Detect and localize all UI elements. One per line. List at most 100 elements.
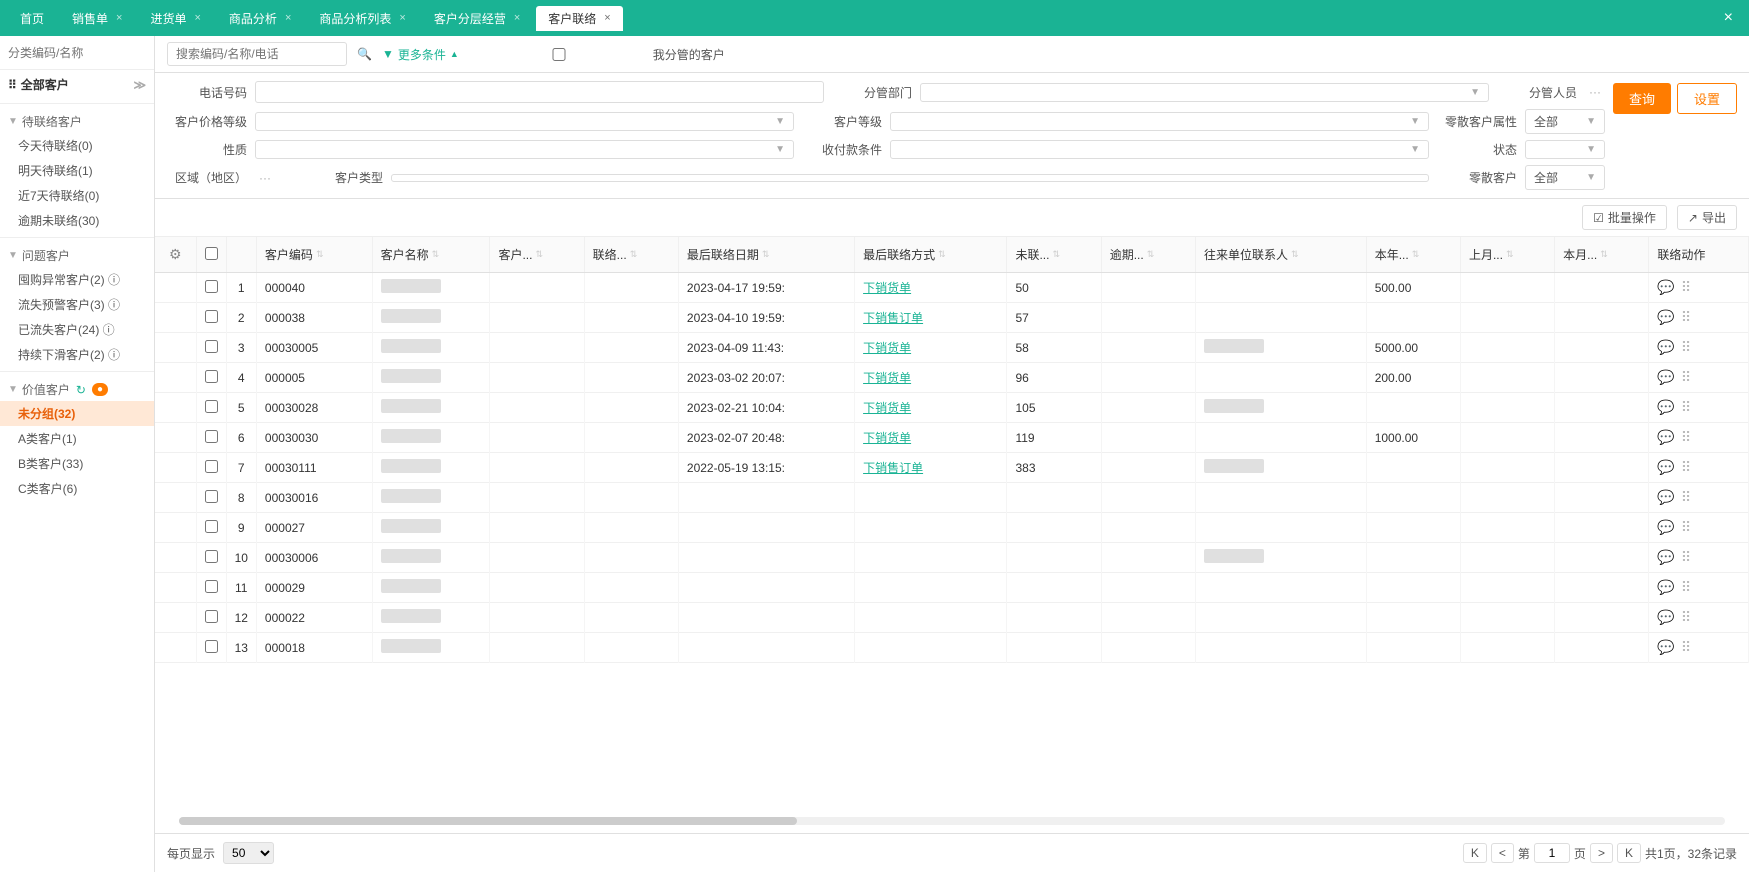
- sidebar-item-class-b[interactable]: B类客户(33): [0, 451, 154, 476]
- close-all-btn[interactable]: ×: [1716, 9, 1741, 27]
- nav-tab-customer-mgmt[interactable]: 客户分层经营 ×: [422, 6, 532, 31]
- collapse-icon[interactable]: ≫: [133, 78, 146, 92]
- next-page-btn[interactable]: >: [1590, 843, 1613, 863]
- sidebar-item-7days[interactable]: 近7天待联络(0): [0, 183, 154, 208]
- input-phone[interactable]: [255, 81, 824, 103]
- reset-button[interactable]: 设置: [1677, 83, 1737, 114]
- sort-lastway-icon[interactable]: ⇅: [938, 249, 946, 260]
- sidebar-item-class-a[interactable]: A类客户(1): [0, 426, 154, 451]
- sidebar-group-value[interactable]: ▼ 价值客户 ↻ ●: [0, 376, 154, 401]
- select-retail[interactable]: 全部 ▼: [1525, 165, 1605, 190]
- row-lastway-link-1[interactable]: 下销售订单: [863, 311, 923, 325]
- row-chat-icon-10[interactable]: 💬: [1657, 579, 1674, 596]
- query-button[interactable]: 查询: [1613, 83, 1671, 114]
- sidebar-item-churn-warning[interactable]: 流失预警客户(3) ⓘ: [0, 292, 154, 317]
- row-checkbox-8[interactable]: [205, 520, 218, 533]
- more-conditions-btn[interactable]: ▼ 更多条件 ▲: [382, 46, 459, 63]
- row-apps-icon-2[interactable]: ⠿: [1681, 339, 1691, 356]
- sort-lmonth-icon[interactable]: ⇅: [1506, 249, 1514, 260]
- row-apps-icon-6[interactable]: ⠿: [1681, 459, 1691, 476]
- region-dots-btn[interactable]: ···: [255, 171, 275, 185]
- row-apps-icon-1[interactable]: ⠿: [1681, 309, 1691, 326]
- search-input[interactable]: [167, 42, 347, 66]
- row-apps-icon-4[interactable]: ⠿: [1681, 399, 1691, 416]
- row-lastway-link-4[interactable]: 下销货单: [863, 401, 911, 415]
- nav-tab-analysis-list[interactable]: 商品分析列表 ×: [307, 6, 417, 31]
- sidebar-item-ungrouped[interactable]: 未分组(32): [0, 401, 154, 426]
- close-customer-mgmt-icon[interactable]: ×: [514, 12, 520, 24]
- row-chat-icon-2[interactable]: 💬: [1657, 339, 1674, 356]
- row-lastway-link-6[interactable]: 下销售订单: [863, 461, 923, 475]
- row-apps-icon-8[interactable]: ⠿: [1681, 519, 1691, 536]
- sidebar-item-declining[interactable]: 持续下滑客户(2) ⓘ: [0, 342, 154, 367]
- last-page-btn[interactable]: K: [1617, 843, 1641, 863]
- row-checkbox-1[interactable]: [205, 310, 218, 323]
- row-checkbox-2[interactable]: [205, 340, 218, 353]
- row-checkbox-0[interactable]: [205, 280, 218, 293]
- first-page-btn[interactable]: K: [1463, 843, 1487, 863]
- sidebar-item-overdue[interactable]: 逾期未联络(30): [0, 208, 154, 233]
- manager-dots-btn[interactable]: ···: [1585, 85, 1605, 99]
- sidebar-item-class-c[interactable]: C类客户(6): [0, 476, 154, 501]
- close-analysis-list-icon[interactable]: ×: [399, 12, 405, 24]
- row-chat-icon-1[interactable]: 💬: [1657, 309, 1674, 326]
- sort-year-icon[interactable]: ⇅: [1412, 249, 1420, 260]
- select-dept[interactable]: ▼: [920, 83, 1489, 102]
- row-chat-icon-3[interactable]: 💬: [1657, 369, 1674, 386]
- row-chat-icon-12[interactable]: 💬: [1657, 639, 1674, 656]
- close-customer-contact-icon[interactable]: ×: [604, 12, 610, 24]
- row-apps-icon-3[interactable]: ⠿: [1681, 369, 1691, 386]
- row-apps-icon-7[interactable]: ⠿: [1681, 489, 1691, 506]
- row-apps-icon-5[interactable]: ⠿: [1681, 429, 1691, 446]
- row-apps-icon-12[interactable]: ⠿: [1681, 639, 1691, 656]
- row-chat-icon-4[interactable]: 💬: [1657, 399, 1674, 416]
- refresh-icon[interactable]: ↻: [76, 383, 86, 397]
- row-apps-icon-9[interactable]: ⠿: [1681, 549, 1691, 566]
- sort-overdue-icon[interactable]: ⇅: [1147, 249, 1155, 260]
- sort-type-icon[interactable]: ⇅: [535, 249, 543, 260]
- scrollbar-track[interactable]: [179, 817, 1725, 825]
- batch-ops-btn[interactable]: ☑ 批量操作: [1582, 205, 1667, 230]
- sidebar-item-today[interactable]: 今天待联络(0): [0, 133, 154, 158]
- select-level[interactable]: ▼: [890, 112, 1429, 131]
- row-apps-icon-0[interactable]: ⠿: [1681, 279, 1691, 296]
- select-retail-attr[interactable]: 全部 ▼: [1525, 109, 1605, 134]
- row-lastway-link-2[interactable]: 下销货单: [863, 341, 911, 355]
- sort-lastdate-icon[interactable]: ⇅: [762, 249, 770, 260]
- sidebar-item-tomorrow[interactable]: 明天待联络(1): [0, 158, 154, 183]
- sort-name-icon[interactable]: ⇅: [432, 249, 440, 260]
- close-sales-icon[interactable]: ×: [116, 12, 122, 24]
- row-checkbox-12[interactable]: [205, 640, 218, 653]
- row-checkbox-3[interactable]: [205, 370, 218, 383]
- row-lastway-link-5[interactable]: 下销货单: [863, 431, 911, 445]
- export-btn[interactable]: ↗ 导出: [1677, 205, 1737, 230]
- sidebar-search-input[interactable]: [8, 46, 155, 60]
- row-chat-icon-8[interactable]: 💬: [1657, 519, 1674, 536]
- row-chat-icon-11[interactable]: 💬: [1657, 609, 1674, 626]
- nav-tab-home[interactable]: 首页: [8, 6, 56, 31]
- my-customers-checkbox-container[interactable]: 我分管的客户: [469, 46, 725, 63]
- nav-tab-analysis[interactable]: 商品分析 ×: [217, 6, 303, 31]
- row-lastway-link-0[interactable]: 下销货单: [863, 281, 911, 295]
- prev-page-btn[interactable]: <: [1491, 843, 1514, 863]
- close-analysis-icon[interactable]: ×: [285, 12, 291, 24]
- nav-tab-purchase[interactable]: 进货单 ×: [138, 6, 212, 31]
- row-checkbox-7[interactable]: [205, 490, 218, 503]
- gear-button[interactable]: ⚙: [163, 244, 188, 265]
- sidebar-item-churned[interactable]: 已流失客户(24) ⓘ: [0, 317, 154, 342]
- row-apps-icon-11[interactable]: ⠿: [1681, 609, 1691, 626]
- sidebar-item-abnormal[interactable]: 囤购异常客户(2) ⓘ: [0, 267, 154, 292]
- select-all-checkbox[interactable]: [205, 247, 218, 260]
- sort-code-icon[interactable]: ⇅: [316, 249, 324, 260]
- all-customers-header[interactable]: ⠿ 全部客户 ≫: [0, 70, 154, 99]
- row-checkbox-11[interactable]: [205, 610, 218, 623]
- scrollbar-thumb[interactable]: [179, 817, 797, 825]
- row-checkbox-5[interactable]: [205, 430, 218, 443]
- my-customers-checkbox[interactable]: [469, 48, 649, 61]
- select-nature[interactable]: ▼: [255, 140, 794, 159]
- sidebar-group-problem[interactable]: ▼ 问题客户: [0, 242, 154, 267]
- search-filter-icon[interactable]: 🔍: [357, 47, 372, 61]
- row-checkbox-6[interactable]: [205, 460, 218, 473]
- select-payment[interactable]: ▼: [890, 140, 1429, 159]
- row-checkbox-9[interactable]: [205, 550, 218, 563]
